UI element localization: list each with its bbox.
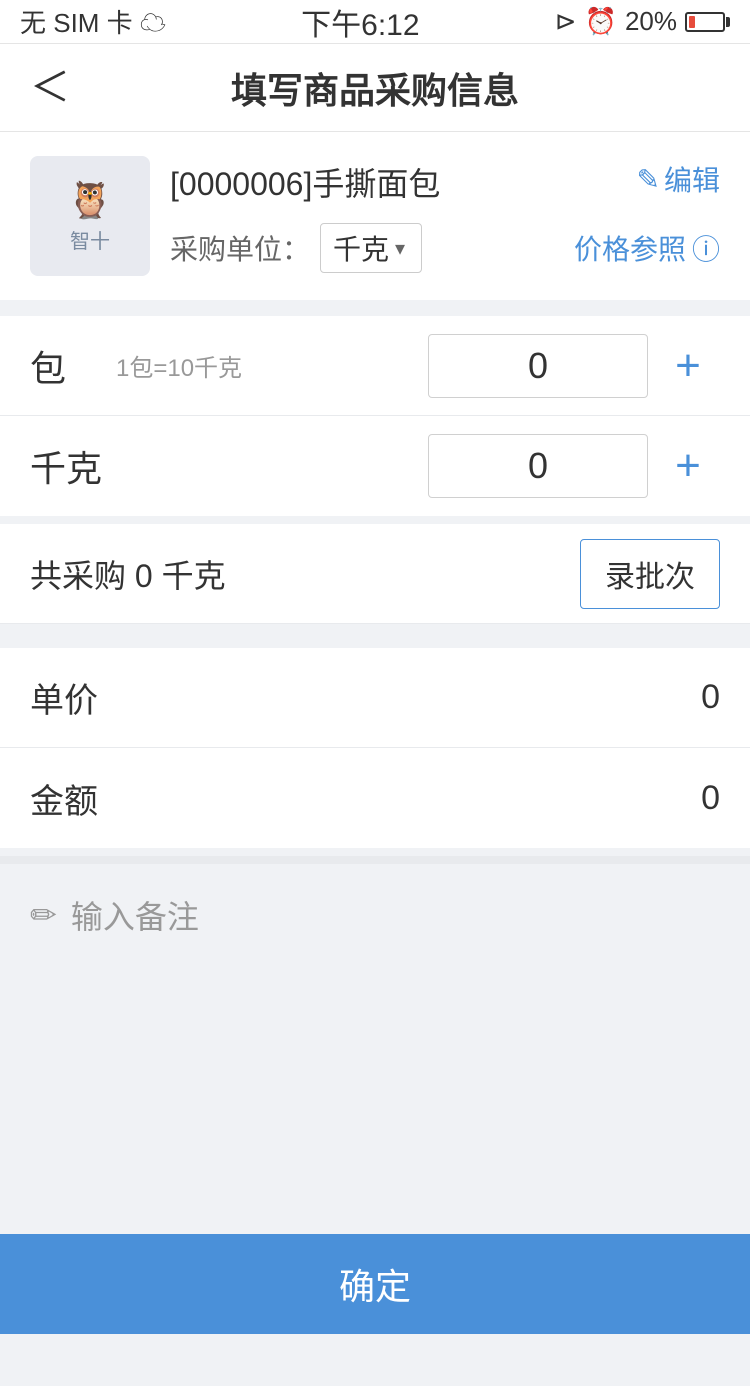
back-button[interactable]: ＜ (30, 68, 70, 108)
bao-add-button[interactable]: + (656, 334, 720, 398)
price-section: 单价 0 金额 0 (0, 640, 750, 848)
summary-text: 共采购 0 千克 (30, 551, 226, 597)
brand-name: 智十 (70, 225, 110, 254)
amount-value: 0 (701, 779, 720, 818)
kg-add-button[interactable]: + (656, 434, 720, 498)
status-left: 无 SIM 卡 ☁ (20, 3, 166, 40)
confirm-bar[interactable]: 确定 (0, 1234, 750, 1334)
product-logo-icon: 🦉 (68, 179, 113, 221)
section-divider-1 (0, 308, 750, 316)
unit-value: 千克 (333, 228, 389, 268)
product-unit-row: 采购单位： 千克 ▾ 价格参照 ⓘ (170, 223, 720, 273)
location-icon: ⊳ (555, 6, 577, 37)
kg-quantity-input[interactable]: 0 (428, 434, 648, 498)
price-ref-label: 价格参照 (574, 228, 686, 268)
product-info: [0000006]手撕面包 ✎ 编辑 采购单位： 千克 ▾ 价格参照 ⓘ (170, 159, 720, 273)
edit-icon: ✎ (637, 163, 660, 196)
battery-icon (685, 12, 730, 32)
nav-bar: ＜ 填写商品采购信息 (0, 44, 750, 132)
bao-quantity-value: 0 (528, 345, 548, 387)
bao-sublabel: 1包=10千克 (116, 348, 242, 383)
product-image: 🦉 智十 (30, 156, 150, 276)
bao-quantity-input[interactable]: 0 (428, 334, 648, 398)
bao-label: 包 (30, 340, 110, 392)
battery-tip (726, 17, 730, 27)
battery-fill (689, 16, 695, 28)
unit-label-text: 采购单位： (170, 228, 310, 268)
batch-button[interactable]: 录批次 (580, 539, 720, 609)
info-icon: ⓘ (692, 228, 720, 268)
bao-input-row: 包 1包=10千克 0 + (0, 316, 750, 416)
dropdown-arrow-icon: ▾ (395, 236, 405, 261)
sim-text: 无 SIM 卡 ☁ (20, 3, 166, 40)
edit-button[interactable]: ✎ 编辑 (637, 159, 720, 199)
unit-selector[interactable]: 千克 ▾ (320, 223, 422, 273)
unit-price-value: 0 (701, 678, 720, 717)
summary-section: 共采购 0 千克 录批次 (0, 516, 750, 624)
product-top-row: [0000006]手撕面包 ✎ 编辑 (170, 159, 720, 205)
summary-row: 共采购 0 千克 录批次 (0, 524, 750, 624)
section-divider-2 (0, 624, 750, 632)
status-right: ⊳ ⏰ 20% (555, 6, 730, 37)
kg-input-row: 千克 0 + (0, 416, 750, 516)
amount-row: 金额 0 (0, 748, 750, 848)
unit-label: 采购单位： 千克 ▾ (170, 223, 422, 273)
battery-percent: 20% (625, 6, 677, 37)
note-section[interactable]: ✏ 输入备注 (0, 856, 750, 966)
amount-label: 金额 (30, 774, 98, 823)
note-input[interactable]: 输入备注 (71, 892, 199, 938)
edit-label: 编辑 (664, 159, 720, 199)
unit-price-label: 单价 (30, 673, 98, 722)
confirm-button-label: 确定 (339, 1258, 411, 1310)
price-ref-button[interactable]: 价格参照 ⓘ (574, 228, 720, 268)
alarm-icon: ⏰ (585, 6, 617, 37)
product-name: [0000006]手撕面包 (170, 159, 440, 205)
input-section: 包 1包=10千克 0 + 千克 0 + (0, 316, 750, 516)
unit-price-row: 单价 0 (0, 648, 750, 748)
status-bar: 无 SIM 卡 ☁ 下午6:12 ⊳ ⏰ 20% (0, 0, 750, 44)
page-title: 填写商品采购信息 (231, 62, 519, 114)
status-time: 下午6:12 (301, 0, 419, 44)
pencil-icon: ✏ (30, 896, 57, 934)
kg-label: 千克 (30, 440, 110, 492)
product-card: 🦉 智十 [0000006]手撕面包 ✎ 编辑 采购单位： 千克 ▾ (0, 132, 750, 308)
kg-quantity-value: 0 (528, 445, 548, 487)
